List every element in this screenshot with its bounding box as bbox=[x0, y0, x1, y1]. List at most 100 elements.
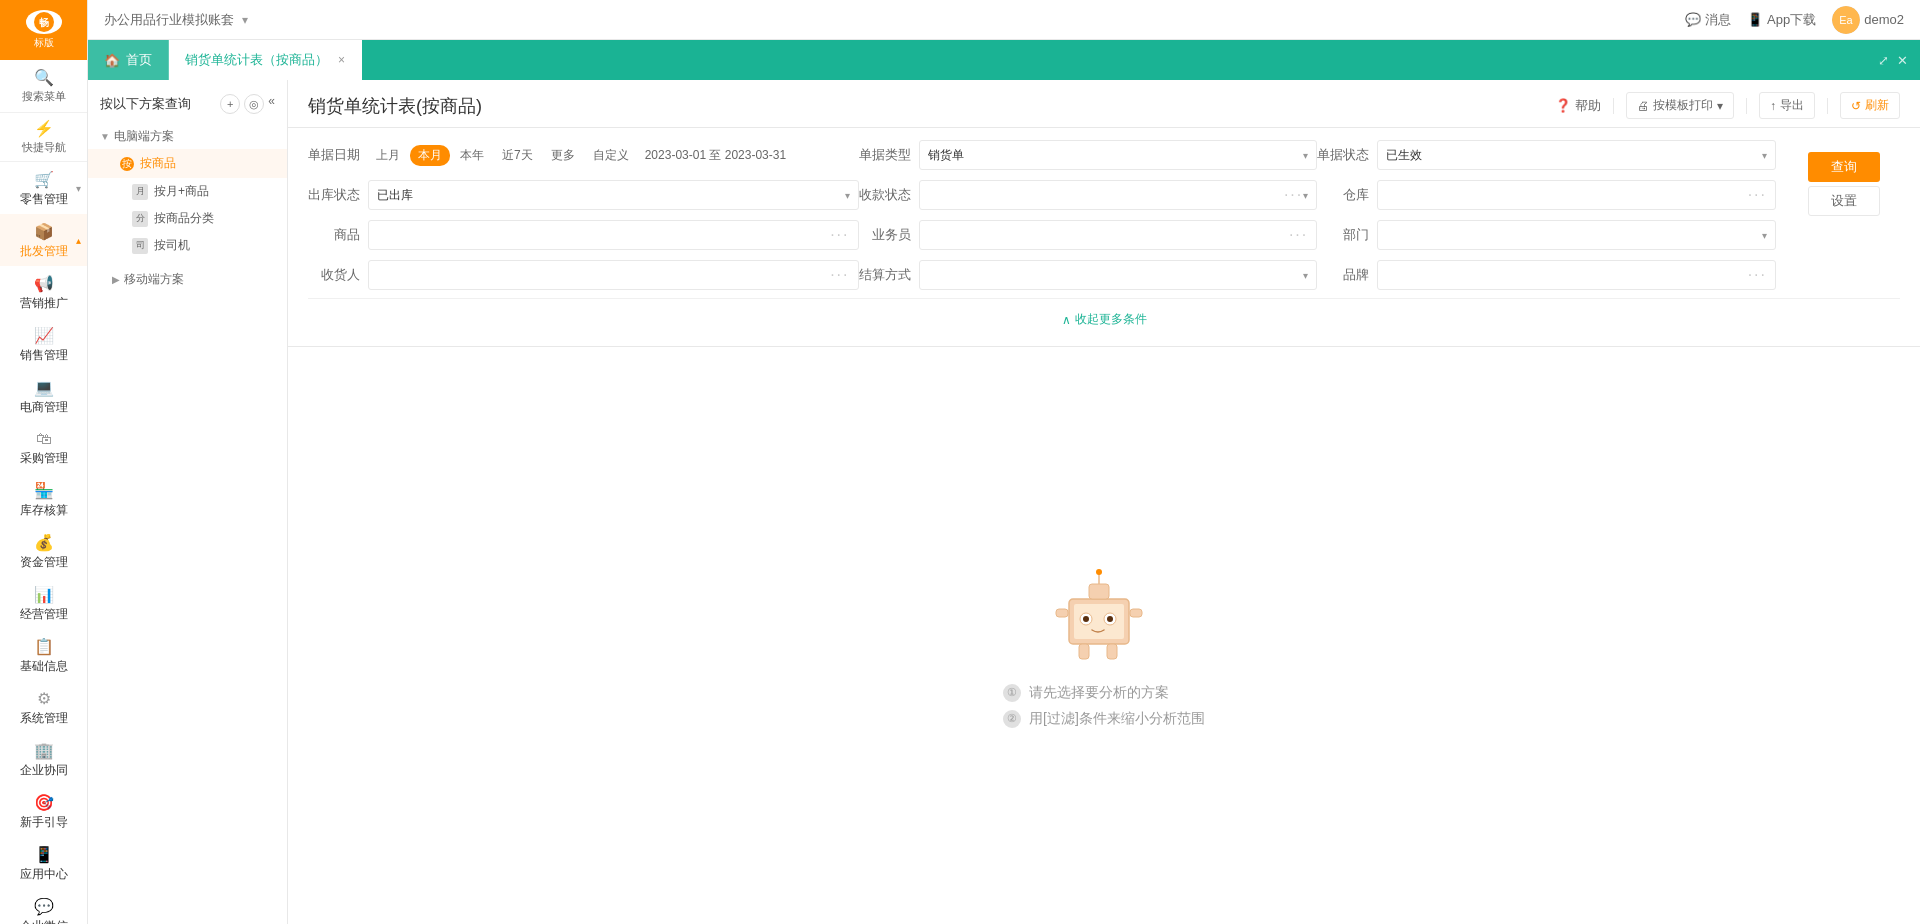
sidebar-item-enterprise[interactable]: 🏢 企业协同 bbox=[0, 733, 87, 785]
date-tab-thismonth[interactable]: 本月 bbox=[410, 145, 450, 166]
retail-label: 零售管理 bbox=[20, 191, 68, 208]
tab-sales-stat[interactable]: 销货单统计表（按商品） × bbox=[169, 40, 362, 80]
tab-home[interactable]: 🏠 首页 bbox=[88, 40, 169, 80]
marketing-label: 营销推广 bbox=[20, 295, 68, 312]
ecom-icon: 💻 bbox=[34, 378, 54, 397]
collapse-filter-label: 收起更多条件 bbox=[1075, 311, 1147, 328]
filter-brand: 品牌 ··· bbox=[1317, 260, 1776, 290]
sidebar-item-sales[interactable]: 📈 销售管理 bbox=[0, 318, 87, 370]
sidebar-item-purchase[interactable]: 🛍 采购管理 bbox=[0, 422, 87, 473]
warehouse-dots: ··· bbox=[1748, 186, 1767, 204]
topbar-left: 办公用品行业模拟账套 ▾ bbox=[104, 11, 248, 29]
sidebar-quicknav[interactable]: ⚡ 快捷导航 bbox=[0, 113, 87, 162]
bill-status-arrow: ▾ bbox=[1762, 150, 1767, 161]
settlement-select[interactable]: ▾ bbox=[919, 260, 1318, 290]
scheme-sub-item-category[interactable]: 分 按商品分类 bbox=[88, 205, 287, 232]
date-tab-thisyear[interactable]: 本年 bbox=[452, 145, 492, 166]
filter-receiver: 收货人 ··· bbox=[308, 260, 859, 290]
panel-header-actions: + ◎ « bbox=[220, 94, 275, 114]
sidebar-item-guide[interactable]: 🎯 新手引导 bbox=[0, 785, 87, 837]
main-area: 办公用品行业模拟账套 ▾ 💬 消息 📱 App下载 Ea demo2 bbox=[88, 0, 1920, 924]
filter-payment-status: 收款状态 ··· ▾ bbox=[859, 180, 1318, 210]
sidebar-item-wechat[interactable]: 💬 企业微信 bbox=[0, 889, 87, 924]
sidebar-item-wholesale[interactable]: 📦 批发管理 ▴ bbox=[0, 214, 87, 266]
bill-type-select[interactable]: 销货单 ▾ bbox=[919, 140, 1318, 170]
payment-status-select[interactable]: ··· ▾ bbox=[919, 180, 1318, 210]
receiver-control: ··· bbox=[368, 260, 859, 290]
sidebar-item-inventory[interactable]: 🏪 库存核算 bbox=[0, 473, 87, 525]
operation-icon: 📊 bbox=[34, 585, 54, 604]
filter-row-2: 出库状态 已出库 ▾ 收款状态 bbox=[308, 180, 1776, 210]
tab-home-label: 首页 bbox=[126, 51, 152, 69]
divider2 bbox=[1746, 98, 1747, 114]
sidebar-item-operation[interactable]: 📊 经营管理 bbox=[0, 577, 87, 629]
collapse-panel-btn[interactable]: « bbox=[268, 94, 275, 114]
warehouse-select[interactable]: ··· bbox=[1377, 180, 1776, 210]
department-control: ▾ bbox=[1377, 220, 1776, 250]
filter-row-4: 收货人 ··· 结算方式 bbox=[308, 260, 1776, 290]
app-download-action[interactable]: 📱 App下载 bbox=[1747, 11, 1816, 29]
ecom-label: 电商管理 bbox=[20, 399, 68, 416]
month-product-icon: 月 bbox=[132, 184, 148, 200]
bill-status-select[interactable]: 已生效 ▾ bbox=[1377, 140, 1776, 170]
salesperson-select[interactable]: ··· bbox=[919, 220, 1318, 250]
help-btn[interactable]: ❓ 帮助 bbox=[1555, 97, 1601, 115]
enterprise-label: 企业协同 bbox=[20, 762, 68, 779]
query-btn[interactable]: 查询 bbox=[1808, 152, 1880, 182]
mobile-group-arrow: ▶ bbox=[112, 274, 120, 285]
topbar-dropdown-arrow[interactable]: ▾ bbox=[242, 13, 248, 27]
receiver-select[interactable]: ··· bbox=[368, 260, 859, 290]
filter-area: 单据日期 上月 本月 本年 近7天 更多 自定义 bbox=[288, 128, 1920, 347]
guide-icon: 🎯 bbox=[34, 793, 54, 812]
app-center-label: 应用中心 bbox=[20, 866, 68, 883]
date-tab-lastmonth[interactable]: 上月 bbox=[368, 145, 408, 166]
scheme-sub-item-cashier[interactable]: 司 按司机 bbox=[88, 232, 287, 259]
sidebar-item-finance[interactable]: 💰 资金管理 bbox=[0, 525, 87, 577]
add-scheme-btn[interactable]: + bbox=[220, 94, 240, 114]
sidebar-search[interactable]: 🔍 搜索菜单 bbox=[0, 60, 87, 113]
tab-close-icon[interactable]: × bbox=[338, 53, 345, 67]
refresh-btn[interactable]: ↺ 刷新 bbox=[1840, 92, 1900, 119]
filter-department: 部门 ▾ bbox=[1317, 220, 1776, 250]
date-tab-custom[interactable]: 自定义 bbox=[585, 145, 637, 166]
scheme-sub-item-month-product[interactable]: 月 按月+商品 bbox=[88, 178, 287, 205]
sidebar-item-basic[interactable]: 📋 基础信息 bbox=[0, 629, 87, 681]
department-select[interactable]: ▾ bbox=[1377, 220, 1776, 250]
edit-scheme-btn[interactable]: ◎ bbox=[244, 94, 264, 114]
brand-label: 品牌 bbox=[1317, 266, 1377, 284]
sidebar-item-app-center[interactable]: 📱 应用中心 bbox=[0, 837, 87, 889]
date-tab-more[interactable]: 更多 bbox=[543, 145, 583, 166]
user-name: demo2 bbox=[1864, 12, 1904, 27]
salesperson-control: ··· bbox=[919, 220, 1318, 250]
scheme-group-pc: ▼ 电脑端方案 按 按商品 月 按月+商品 分 按商品分类 bbox=[88, 120, 287, 263]
scheme-item-by-product[interactable]: 按 按商品 bbox=[88, 149, 287, 178]
pc-group-header[interactable]: ▼ 电脑端方案 bbox=[88, 124, 287, 149]
sidebar-item-marketing[interactable]: 📢 营销推广 bbox=[0, 266, 87, 318]
print-btn[interactable]: 🖨 按模板打印 ▾ bbox=[1626, 92, 1734, 119]
collapse-filter-btn[interactable]: ∧ 收起更多条件 bbox=[308, 305, 1900, 334]
brand-select[interactable]: ··· bbox=[1377, 260, 1776, 290]
date-tab-7days[interactable]: 近7天 bbox=[494, 145, 541, 166]
cashier-label: 按司机 bbox=[154, 237, 190, 254]
inventory-label: 库存核算 bbox=[20, 502, 68, 519]
user-profile[interactable]: Ea demo2 bbox=[1832, 6, 1904, 34]
home-icon: 🏠 bbox=[104, 53, 120, 68]
sidebar-item-retail[interactable]: 🛒 零售管理 ▾ bbox=[0, 162, 87, 214]
empty-tips: ① 请先选择要分析的方案 ② 用[过滤]条件来缩小分析范围 bbox=[1003, 684, 1205, 728]
messages-action[interactable]: 💬 消息 bbox=[1685, 11, 1731, 29]
sidebar-item-ecom[interactable]: 💻 电商管理 bbox=[0, 370, 87, 422]
mobile-group-header[interactable]: ▶ 移动端方案 bbox=[88, 267, 287, 292]
filter-bill-type: 单据类型 销货单 ▾ bbox=[859, 140, 1318, 170]
out-status-select[interactable]: 已出库 ▾ bbox=[368, 180, 859, 210]
export-btn[interactable]: ↑ 导出 bbox=[1759, 92, 1815, 119]
sidebar-item-system[interactable]: ⚙ 系统管理 bbox=[0, 681, 87, 733]
expand-icon: ⤢ bbox=[1878, 53, 1889, 68]
app-center-icon: 📱 bbox=[34, 845, 54, 864]
department-arrow: ▾ bbox=[1762, 230, 1767, 241]
setting-btn[interactable]: 设置 bbox=[1808, 186, 1880, 216]
wholesale-icon: 📦 bbox=[34, 222, 54, 241]
product-select[interactable]: ··· bbox=[368, 220, 859, 250]
print-icon: 🖨 bbox=[1637, 99, 1649, 113]
right-panel: 销货单统计表(按商品) ❓ 帮助 🖨 按模板打印 ▾ ↑ bbox=[288, 80, 1920, 924]
tabbar-expand[interactable]: ⤢ ✕ bbox=[1866, 40, 1920, 80]
